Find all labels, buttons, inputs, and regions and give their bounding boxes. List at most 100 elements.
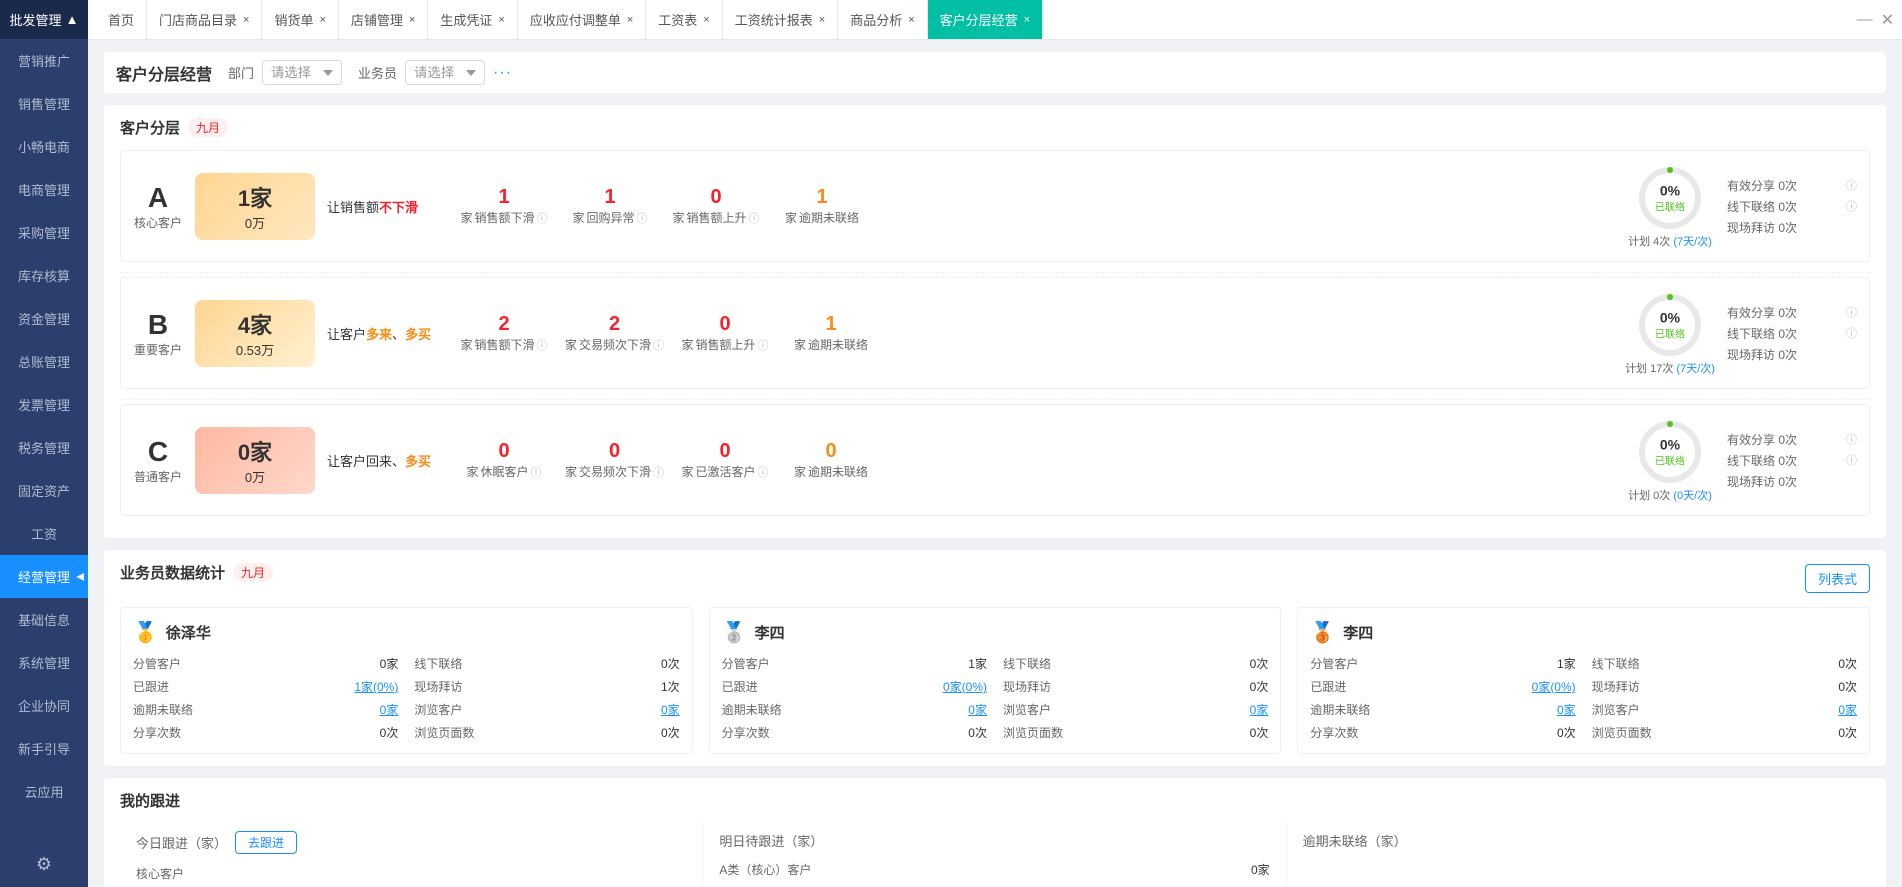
tab-close-icon[interactable]: × xyxy=(319,14,325,26)
tier-a-count-box: 1家 0万 xyxy=(195,173,315,240)
agent-stat-val-link[interactable]: 0家(0%) xyxy=(1532,678,1576,695)
sidebar-item-发票管理[interactable]: 发票管理 xyxy=(0,383,88,426)
sidebar-top-item[interactable]: 批发管理 ▲ xyxy=(0,0,88,39)
sidebar-item-税务管理[interactable]: 税务管理 xyxy=(0,426,88,469)
info-icon[interactable]: ⓘ xyxy=(758,464,769,480)
tab-首页[interactable]: 首页 xyxy=(96,0,147,40)
window-minimize-icon[interactable]: — xyxy=(1857,11,1873,29)
sidebar-item-工资[interactable]: 工资 xyxy=(0,512,88,555)
list-view-button[interactable]: 列表式 xyxy=(1805,564,1870,593)
tab-close-icon[interactable]: × xyxy=(908,14,914,26)
customer-tier-title-text: 客户分层 xyxy=(120,117,180,138)
tier-c-stat-0: 0 家 休眠客户 ⓘ xyxy=(459,440,549,480)
agent-stat-val-link[interactable]: 0家 xyxy=(968,701,987,718)
tier-c-stat-3: 0 家 逾期未联络 xyxy=(786,440,876,480)
filter-more-icon[interactable]: ··· xyxy=(493,64,512,82)
info-icon[interactable]: ⓘ xyxy=(637,210,648,226)
info-icon[interactable]: ⓘ xyxy=(758,337,769,353)
agent-stat-val: 0次 xyxy=(1250,655,1269,672)
tier-c-name: 普通客户 xyxy=(134,470,182,484)
tab-工资统计报表[interactable]: 工资统计报表 × xyxy=(723,0,838,40)
tier-b-plan-link[interactable]: (7天/次) xyxy=(1676,363,1715,375)
info-icon[interactable]: ⓘ xyxy=(749,210,760,226)
tab-工资表[interactable]: 工资表 × xyxy=(646,0,722,40)
agent-medal-1: 🥈 xyxy=(722,620,747,645)
agent-stat-val-link[interactable]: 0家(0%) xyxy=(943,678,987,695)
agent-stat-row-0-2: 已跟进 1家(0%) xyxy=(133,678,398,695)
info-icon[interactable]: ⓘ xyxy=(1846,431,1857,447)
sidebar-item-新手引导[interactable]: 新手引导 xyxy=(0,727,88,770)
sidebar-item-资金管理[interactable]: 资金管理 xyxy=(0,297,88,340)
tab-店铺管理[interactable]: 店铺管理 × xyxy=(339,0,428,40)
agent-stat-val-link[interactable]: 0家 xyxy=(1557,701,1576,718)
sidebar-item-采购管理[interactable]: 采购管理 xyxy=(0,211,88,254)
info-icon[interactable]: ⓘ xyxy=(653,464,664,480)
agent-stat-val-link[interactable]: 0家 xyxy=(661,701,680,718)
agent-select[interactable]: 请选择 xyxy=(405,60,485,85)
tab-客户分层经营[interactable]: 客户分层经营 × xyxy=(928,0,1043,40)
info-icon[interactable]: ⓘ xyxy=(1846,304,1857,320)
right-stat-label: 有效分享 0次 xyxy=(1727,431,1797,448)
tab-close-icon[interactable]: × xyxy=(243,14,249,26)
tab-销货单[interactable]: 销货单 × xyxy=(262,0,338,40)
agent-stat-val-link[interactable]: 0家 xyxy=(380,701,399,718)
tab-close-icon[interactable]: × xyxy=(703,14,709,26)
sidebar-item-经营管理[interactable]: 经营管理 ◀ xyxy=(0,555,88,598)
tab-close-icon[interactable]: × xyxy=(1024,14,1030,26)
info-icon[interactable]: ⓘ xyxy=(1846,198,1857,214)
sidebar-item-电商管理[interactable]: 电商管理 xyxy=(0,168,88,211)
agent-stat-label: 浏览页面数 xyxy=(414,724,474,741)
agent-stat-val-link[interactable]: 1家(0%) xyxy=(354,678,398,695)
info-icon[interactable]: ⓘ xyxy=(1846,325,1857,341)
tier-b-stats: 2 家 销售额下滑 ⓘ 2 家 交易频次下滑 ⓘ 0 家 销售额上升 ⓘ 1 家… xyxy=(459,313,1613,353)
info-icon[interactable]: ⓘ xyxy=(1846,452,1857,468)
go-followup-button[interactable]: 去跟进 xyxy=(235,831,297,854)
sidebar-item-固定资产[interactable]: 固定资产 xyxy=(0,469,88,512)
sidebar-item-营销推广[interactable]: 营销推广 xyxy=(0,39,88,82)
info-icon[interactable]: ⓘ xyxy=(531,464,542,480)
tab-close-icon[interactable]: × xyxy=(627,14,633,26)
tab-门店商品目录[interactable]: 门店商品目录 × xyxy=(147,0,262,40)
agent-stat-val-link[interactable]: 0家 xyxy=(1250,701,1269,718)
stat-sub-label: 休眠客户 xyxy=(481,463,529,480)
window-close-icon[interactable]: ✕ xyxy=(1881,10,1894,30)
sidebar-item-库存核算[interactable]: 库存核算 xyxy=(0,254,88,297)
sidebar-item-企业协同[interactable]: 企业协同 xyxy=(0,684,88,727)
info-icon[interactable]: ⓘ xyxy=(1846,177,1857,193)
sidebar-item-label: 基础信息 xyxy=(18,613,70,628)
chevron-up-icon: ▲ xyxy=(66,12,79,27)
right-stat-label: 现场拜访 0次 xyxy=(1727,473,1797,490)
tab-商品分析[interactable]: 商品分析 × xyxy=(838,0,927,40)
tab-生成凭证[interactable]: 生成凭证 × xyxy=(428,0,517,40)
sidebar-item-label: 库存核算 xyxy=(18,269,70,284)
tier-a-circle-sub: 已联络 xyxy=(1655,199,1685,214)
sidebar-item-小畅电商[interactable]: 小畅电商 xyxy=(0,125,88,168)
info-icon[interactable]: ⓘ xyxy=(537,337,548,353)
info-icon[interactable]: ⓘ xyxy=(537,210,548,226)
tier-c-plan-link[interactable]: (0天/次) xyxy=(1673,490,1712,502)
tier-row-a: A 核心客户 1家 0万 让销售额不下滑 1 家 销售额下滑 ⓘ 1 xyxy=(120,150,1870,262)
sidebar-item-销售管理[interactable]: 销售管理 xyxy=(0,82,88,125)
tier-a-right-stats: 有效分享 0次 ⓘ 线下联络 0次 ⓘ 现场拜访 0次 xyxy=(1727,177,1857,236)
tab-应收应付调整单[interactable]: 应收应付调整单 × xyxy=(518,0,646,40)
dept-select[interactable]: 请选择 xyxy=(262,60,342,85)
tier-a-plan-link[interactable]: (7天/次) xyxy=(1673,236,1712,248)
tab-close-icon[interactable]: × xyxy=(498,14,504,26)
sidebar-item-总账管理[interactable]: 总账管理 xyxy=(0,340,88,383)
tier-a-stat-num-0: 1 xyxy=(498,186,509,209)
sidebar-item-云应用[interactable]: 云应用 xyxy=(0,770,88,813)
followup-tomorrow-row-0: A类（核心）客户 0家 xyxy=(719,858,1269,881)
customer-tier-title: 客户分层 九月 xyxy=(120,117,1870,138)
tier-b-stat-num-3: 1 xyxy=(825,313,836,336)
tab-close-icon[interactable]: × xyxy=(819,14,825,26)
tab-close-icon[interactable]: × xyxy=(409,14,415,26)
tier-c-stat-1: 0 家 交易频次下滑 ⓘ xyxy=(565,440,664,480)
agent-name-2: 🥉 李四 xyxy=(1310,620,1857,645)
tier-a-plan: 计划 4次 (7天/次) xyxy=(1628,233,1712,249)
tier-b-stat-label-3: 家 逾期未联络 xyxy=(794,336,868,353)
info-icon[interactable]: ⓘ xyxy=(653,337,664,353)
sidebar-settings-icon[interactable]: ⚙ xyxy=(0,842,88,887)
sidebar-item-系统管理[interactable]: 系统管理 xyxy=(0,641,88,684)
sidebar-item-基础信息[interactable]: 基础信息 xyxy=(0,598,88,641)
agent-stat-val-link[interactable]: 0家 xyxy=(1838,701,1857,718)
